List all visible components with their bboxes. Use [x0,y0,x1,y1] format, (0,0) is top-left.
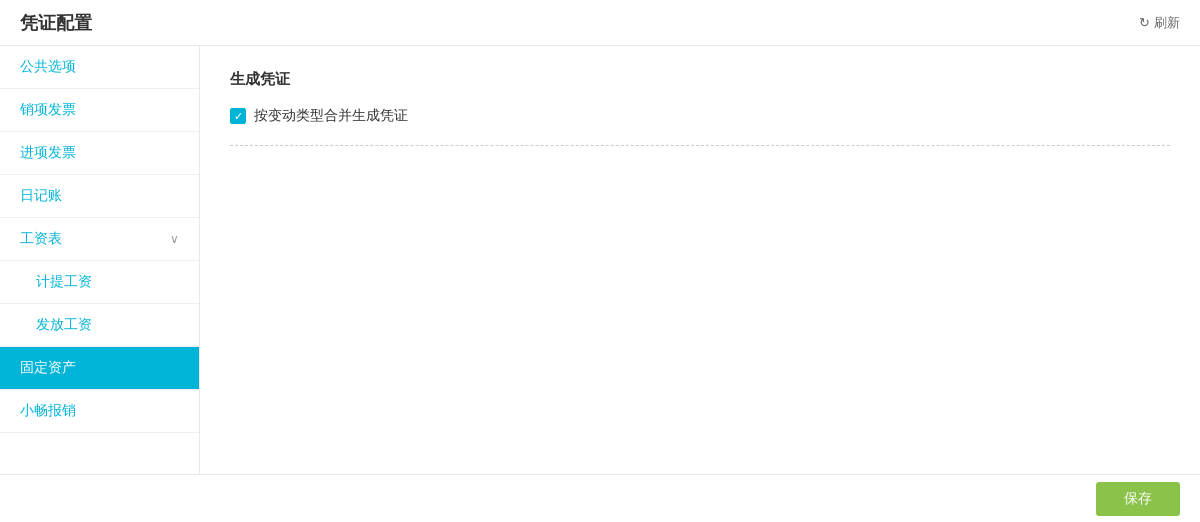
sidebar-item-label: 固定资产 [20,359,76,377]
sidebar-item-journal[interactable]: 日记账 [0,175,199,218]
sidebar-item-label: 计提工资 [36,273,92,291]
sidebar-item-label: 发放工资 [36,316,92,334]
page-footer: 保存 [0,474,1200,522]
sidebar-item-sales-invoice[interactable]: 销项发票 [0,89,199,132]
sidebar: 公共选项销项发票进项发票日记账工资表 ∨ 计提工资发放工资固定资产小畅报销 [0,46,200,474]
page-title: 凭证配置 [20,11,92,35]
sidebar-item-public[interactable]: 公共选项 [0,46,199,89]
sidebar-item-purchase-invoice[interactable]: 进项发票 [0,132,199,175]
sidebar-item-label: 工资表 [20,230,62,248]
page-header: 凭证配置 ↻ 刷新 [0,0,1200,46]
save-button[interactable]: 保存 [1096,482,1180,516]
sidebar-item-label: 小畅报销 [20,402,76,420]
chevron-down-icon: ∨ [170,232,179,246]
section-title: 生成凭证 [230,70,1170,89]
sidebar-item-expense[interactable]: 小畅报销 [0,390,199,433]
sidebar-item-label: 公共选项 [20,58,76,76]
refresh-label: 刷新 [1154,14,1180,32]
content-area: 生成凭证 ✓ 按变动类型合并生成凭证 [200,46,1200,474]
sidebar-item-payroll-calc[interactable]: 计提工资 [0,261,199,304]
check-mark-icon: ✓ [234,111,243,122]
refresh-icon: ↻ [1139,15,1150,30]
section-divider [230,145,1170,146]
checkbox-label: 按变动类型合并生成凭证 [254,107,408,125]
sidebar-item-fixed-assets[interactable]: 固定资产 [0,347,199,390]
sidebar-item-label: 日记账 [20,187,62,205]
sidebar-item-label: 销项发票 [20,101,76,119]
sidebar-item-payroll-pay[interactable]: 发放工资 [0,304,199,347]
merge-checkbox[interactable]: ✓ [230,108,246,124]
refresh-button[interactable]: ↻ 刷新 [1139,14,1180,32]
checkbox-row: ✓ 按变动类型合并生成凭证 [230,107,1170,125]
sidebar-item-label: 进项发票 [20,144,76,162]
sidebar-item-payroll[interactable]: 工资表 ∨ [0,218,199,261]
main-layout: 公共选项销项发票进项发票日记账工资表 ∨ 计提工资发放工资固定资产小畅报销 生成凭证… [0,46,1200,474]
